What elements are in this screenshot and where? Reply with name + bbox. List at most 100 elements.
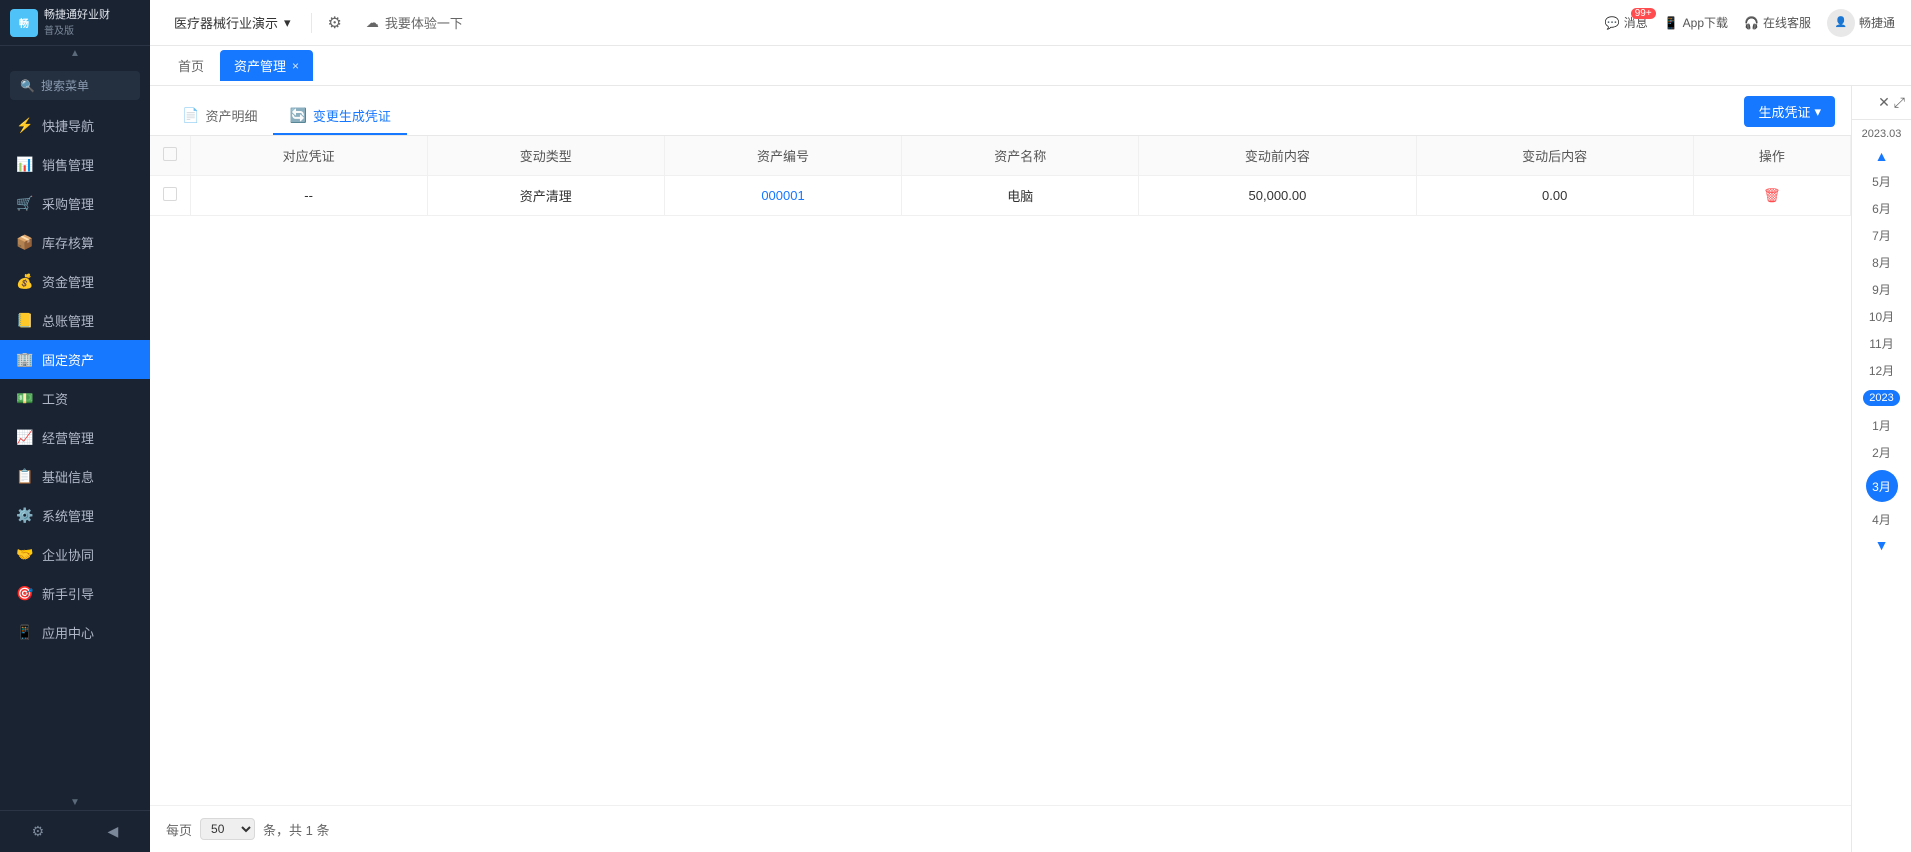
sidebar-item-guide[interactable]: 🎯 新手引导	[0, 574, 150, 613]
sidebar-search-box[interactable]: 🔍 搜索菜单	[10, 71, 140, 100]
fixed-assets-icon: 🏢	[16, 351, 34, 368]
row-after-change: 0.00	[1416, 176, 1693, 216]
row-checkbox[interactable]	[163, 187, 177, 201]
row-operation: 🗑	[1693, 176, 1850, 216]
generate-dropdown-icon: ▾	[1814, 104, 1821, 120]
sidebar-item-basic-info[interactable]: 📋 基础信息	[0, 457, 150, 496]
user-avatar: 👤	[1827, 9, 1855, 37]
service-icon: 🎧	[1744, 16, 1759, 30]
month-6[interactable]: 6月	[1852, 195, 1911, 222]
month-2[interactable]: 2月	[1852, 439, 1911, 466]
sub-tab-asset-detail[interactable]: 📄 资产明细	[166, 98, 273, 135]
month-5[interactable]: 5月	[1852, 168, 1911, 195]
cooperation-icon: 🤝	[16, 546, 34, 563]
timeline-scroll-down[interactable]: ▼	[1852, 533, 1911, 557]
delete-row-button[interactable]: 🗑	[1763, 187, 1781, 203]
user-menu[interactable]: 👤 畅捷通	[1827, 9, 1895, 37]
row-asset-name: 电脑	[902, 176, 1139, 216]
main-area: 医疗器械行业演示 ▾ ⚙ ☁ 我要体验一下 💬 消息 99+ 📱 App下载 🎧…	[150, 0, 1911, 852]
month-10[interactable]: 10月	[1852, 303, 1911, 330]
panel-close-button[interactable]: ✕	[1878, 94, 1890, 111]
message-button[interactable]: 💬 消息 99+	[1605, 14, 1648, 31]
sidebar-item-cooperation[interactable]: 🤝 企业协同	[0, 535, 150, 574]
sub-tab-asset-detail-label: 资产明细	[205, 106, 257, 125]
settings-gear-button[interactable]: ⚙	[324, 9, 346, 37]
ledger-icon: 📒	[16, 312, 34, 329]
select-all-checkbox[interactable]	[163, 147, 177, 161]
col-header-asset-name: 资产名称	[902, 136, 1139, 176]
sidebar-item-app-center[interactable]: 📱 应用中心	[0, 613, 150, 652]
scroll-up-btn[interactable]: ▲	[0, 46, 150, 61]
right-panel-header: ✕ ⤢	[1852, 86, 1911, 120]
sidebar-item-ledger[interactable]: 📒 总账管理	[0, 301, 150, 340]
panel-expand-button[interactable]: ⤢	[1894, 94, 1905, 111]
app-logo-icon: 畅	[10, 9, 38, 37]
tab-home[interactable]: 首页	[166, 50, 216, 81]
scroll-down-btn[interactable]: ▼	[0, 795, 150, 810]
sidebar-item-sales-label: 销售管理	[42, 155, 94, 174]
generate-voucher-button[interactable]: 生成凭证 ▾	[1744, 96, 1835, 127]
quick-nav-icon: ⚡	[16, 117, 34, 134]
row-before-change: 50,000.00	[1139, 176, 1416, 216]
year-header: 2023.03	[1852, 124, 1911, 144]
online-service-button[interactable]: 🎧 在线客服	[1744, 14, 1811, 31]
table-footer: 每页 50 10 20 100 条，共 1 条	[150, 805, 1851, 852]
change-voucher-icon: 🔄	[289, 107, 306, 124]
system-icon: ⚙️	[16, 507, 34, 524]
experience-button[interactable]: ☁ 我要体验一下	[358, 9, 471, 36]
sidebar-item-sales[interactable]: 📊 销售管理	[0, 145, 150, 184]
data-table: 对应凭证 变动类型 资产编号 资产名称	[150, 136, 1851, 216]
sidebar-logo: 畅 畅捷通好业财 普及版	[0, 0, 150, 46]
sidebar-item-system[interactable]: ⚙️ 系统管理	[0, 496, 150, 535]
sidebar-item-inventory-label: 库存核算	[42, 233, 94, 252]
month-4[interactable]: 4月	[1852, 506, 1911, 533]
sidebar-item-fixed-assets[interactable]: 🏢 固定资产	[0, 340, 150, 379]
sidebar-item-funds[interactable]: 💰 资金管理	[0, 262, 150, 301]
funds-icon: 💰	[16, 273, 34, 290]
generate-voucher-label: 生成凭证	[1758, 102, 1810, 121]
sub-tabs: 📄 资产明细 🔄 变更生成凭证 生成凭证 ▾	[150, 86, 1851, 136]
sidebar-item-payroll-label: 工资	[42, 389, 68, 408]
mobile-icon: 📱	[1664, 16, 1679, 30]
company-name: 医疗器械行业演示	[174, 13, 278, 32]
month-12[interactable]: 12月	[1852, 357, 1911, 384]
total-count: 条，共 1 条	[263, 820, 329, 839]
row-asset-code[interactable]: 000001	[664, 176, 901, 216]
sidebar-item-purchase[interactable]: 🛒 采购管理	[0, 184, 150, 223]
sub-tab-change-voucher[interactable]: 🔄 变更生成凭证	[273, 98, 406, 135]
month-3-active[interactable]: 3月	[1866, 470, 1898, 502]
sidebar-item-system-label: 系统管理	[42, 506, 94, 525]
inventory-icon: 📦	[16, 234, 34, 251]
asset-detail-icon: 📄	[182, 107, 199, 124]
month-7[interactable]: 7月	[1852, 222, 1911, 249]
sub-tab-change-voucher-label: 变更生成凭证	[313, 106, 391, 125]
timeline-scroll-up[interactable]: ▲	[1852, 144, 1911, 168]
month-1[interactable]: 1月	[1852, 412, 1911, 439]
month-8[interactable]: 8月	[1852, 249, 1911, 276]
company-selector[interactable]: 医疗器械行业演示 ▾	[166, 9, 299, 36]
month-11[interactable]: 11月	[1852, 330, 1911, 357]
col-header-checkbox	[150, 136, 190, 176]
sidebar-item-payroll[interactable]: 💵 工资	[0, 379, 150, 418]
sidebar-item-quick-nav[interactable]: ⚡ 快捷导航	[0, 106, 150, 145]
topbar: 医疗器械行业演示 ▾ ⚙ ☁ 我要体验一下 💬 消息 99+ 📱 App下载 🎧…	[150, 0, 1911, 46]
sales-icon: 📊	[16, 156, 34, 173]
tab-asset-management[interactable]: 资产管理 ×	[220, 50, 313, 81]
month-9[interactable]: 9月	[1852, 276, 1911, 303]
topbar-divider	[311, 13, 312, 33]
app-download-button[interactable]: 📱 App下载	[1664, 14, 1728, 31]
settings-button[interactable]: ⚙	[28, 819, 49, 844]
sidebar-item-inventory[interactable]: 📦 库存核算	[0, 223, 150, 262]
user-name: 畅捷通	[1859, 14, 1895, 31]
per-page-label: 每页	[166, 820, 192, 839]
page-content: 📄 资产明细 🔄 变更生成凭证 生成凭证 ▾	[150, 86, 1851, 852]
search-icon: 🔍	[20, 79, 35, 93]
per-page-select[interactable]: 50 10 20 100	[200, 818, 255, 840]
sidebar-item-operations[interactable]: 📈 经营管理	[0, 418, 150, 457]
sidebar-item-basic-info-label: 基础信息	[42, 467, 94, 486]
sidebar-item-ledger-label: 总账管理	[42, 311, 94, 330]
guide-icon: 🎯	[16, 585, 34, 602]
tab-close-button[interactable]: ×	[292, 59, 299, 73]
collapse-button[interactable]: ◀	[104, 819, 123, 844]
tabbar: 首页 资产管理 ×	[150, 46, 1911, 86]
